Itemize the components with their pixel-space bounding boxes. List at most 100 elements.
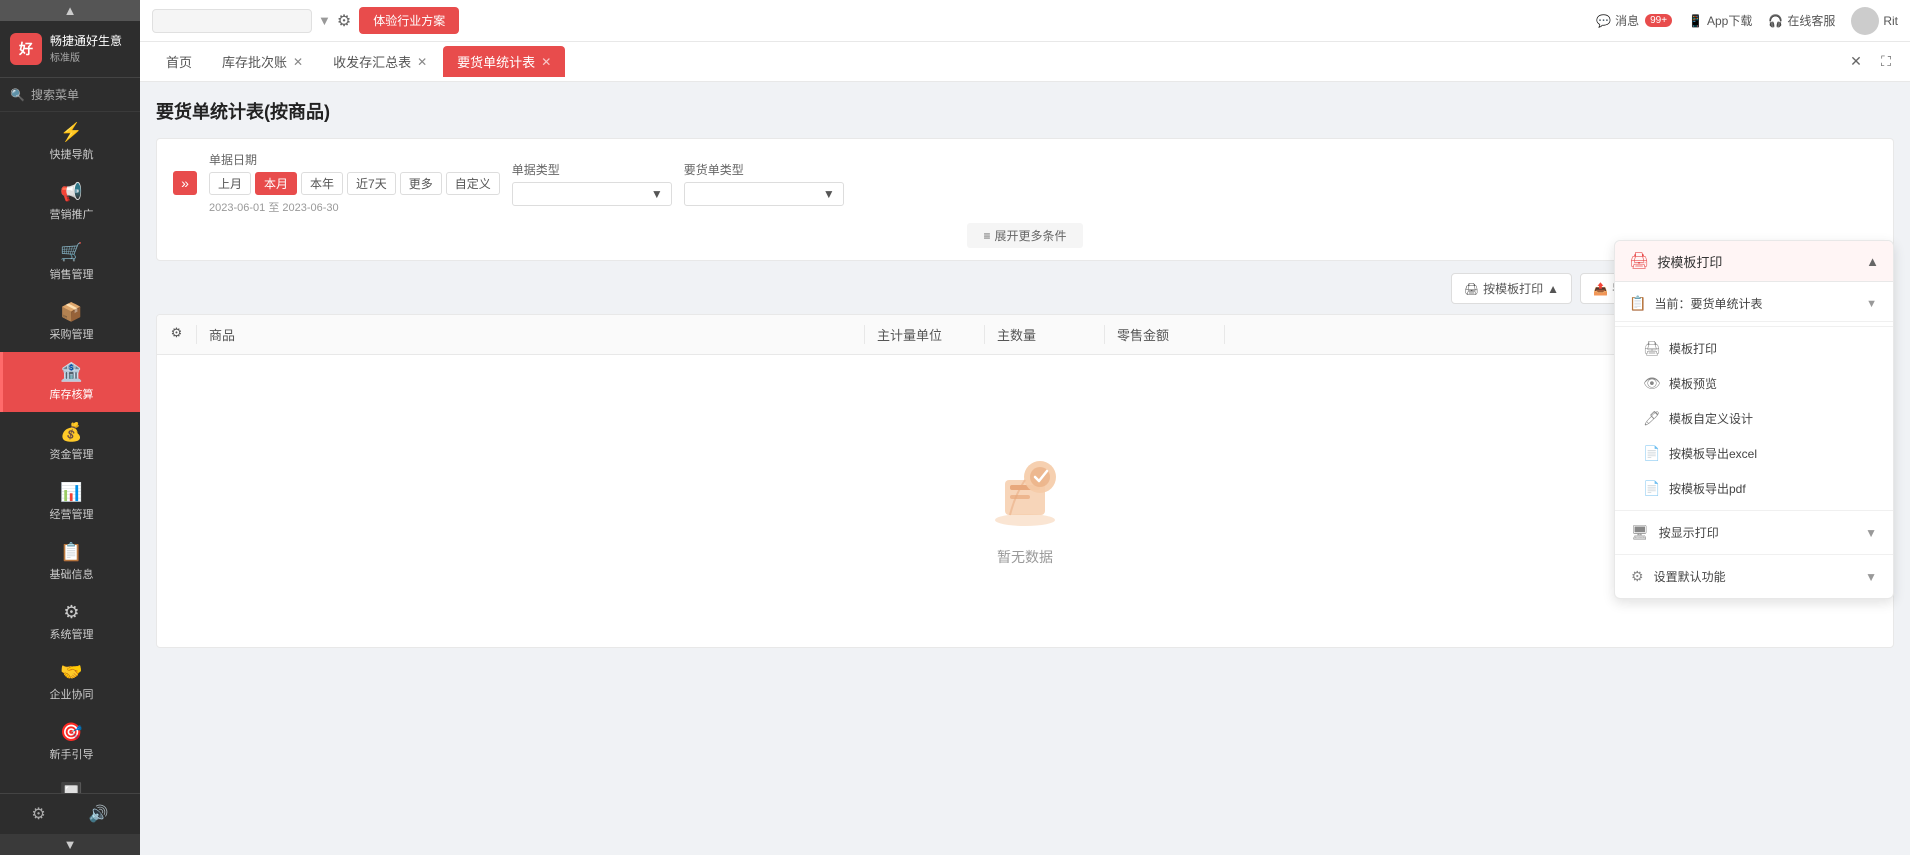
settings-icon[interactable]: ⚙ <box>31 804 45 824</box>
nav-dropdown-arrow[interactable]: ▼ <box>318 13 331 28</box>
sidebar-item-purchase[interactable]: 📦 采购管理 <box>0 292 140 352</box>
sidebar-scroll-up[interactable]: ▲ <box>0 0 140 21</box>
date-btn-last-7days[interactable]: 近7天 <box>347 172 396 195</box>
sound-icon[interactable]: 🔊 <box>89 804 109 824</box>
sidebar-item-system[interactable]: ⚙ 系统管理 <box>0 592 140 652</box>
display-print-item[interactable]: 🖥 按显示打印 ▼ <box>1615 515 1893 550</box>
tab-close-order-stats[interactable]: ✕ <box>541 55 551 69</box>
sidebar-item-inventory[interactable]: 🏦 库存核算 <box>0 352 140 412</box>
close-tab-btn[interactable]: ✕ <box>1844 50 1868 74</box>
dropdown-item-template-export-excel[interactable]: 📄 按模板导出excel <box>1615 436 1893 471</box>
default-func-label: 设置默认功能 <box>1654 568 1726 585</box>
topbar-settings-icon[interactable]: ⚙ <box>337 11 351 31</box>
date-btn-current-month[interactable]: 本月 <box>255 172 297 195</box>
maximize-btn[interactable]: ⛶ <box>1874 50 1898 74</box>
display-print-arrow: ▼ <box>1865 526 1877 540</box>
col-unit: 主计量单位 <box>865 325 985 344</box>
item-icon-template-design: 🖊 <box>1643 410 1659 427</box>
sidebar-item-finance[interactable]: 💰 资金管理 <box>0 412 140 472</box>
print-icon: 🖨 <box>1464 282 1479 296</box>
topbar: ▼ ⚙ 体验行业方案 💬 消息 99+ 📱 App下载 🎧 在线客服 Rit <box>140 0 1910 42</box>
online-service-label: 在线客服 <box>1787 12 1835 29</box>
print-dropdown-panel: 🖨 按模板打印 ▲ 📋 当前：要货单统计表 ▼ 🖨 模板打印 👁 模板预览 🖊 <box>1614 240 1894 599</box>
dropdown-item-template-print[interactable]: 🖨 模板打印 <box>1615 331 1893 366</box>
search-icon: 🔍 <box>10 88 25 102</box>
date-btn-current-year[interactable]: 本年 <box>301 172 343 195</box>
item-icon-template-preview: 👁 <box>1643 375 1659 392</box>
messages-btn[interactable]: 💬 消息 99+ <box>1596 12 1672 29</box>
nav-label-inventory: 库存核算 <box>50 386 94 402</box>
col-retail: 零售金额 <box>1105 325 1225 344</box>
sidebar-item-basic-info[interactable]: 📋 基础信息 <box>0 532 140 592</box>
dropdown-item-template-preview[interactable]: 👁 模板预览 <box>1615 366 1893 401</box>
filter-expand-btn[interactable]: » <box>173 171 197 195</box>
doc-type-dropdown-icon: ▼ <box>651 187 663 201</box>
sidebar-item-marketing[interactable]: 📢 营销推广 <box>0 172 140 232</box>
default-func-arrow: ▼ <box>1865 570 1877 584</box>
app-download-btn[interactable]: 📱 App下载 <box>1688 12 1752 29</box>
nav-label-finance: 资金管理 <box>50 446 94 462</box>
date-btn-more[interactable]: 更多 <box>400 172 442 195</box>
sidebar-bottom: ⚙ 🔊 <box>0 793 140 834</box>
online-service-btn[interactable]: 🎧 在线客服 <box>1768 12 1835 29</box>
filter-expand-more-btn[interactable]: ≡ 展开更多条件 <box>967 223 1082 248</box>
dropdown-current-template[interactable]: 📋 当前：要货单统计表 ▼ <box>1615 286 1893 322</box>
item-label-template-export-excel: 按模板导出excel <box>1669 445 1877 462</box>
dropdown-item-template-design[interactable]: 🖊 模板自定义设计 <box>1615 401 1893 436</box>
tab-inventory-batch[interactable]: 库存批次账 ✕ <box>208 46 317 77</box>
nav-label-marketing: 营销推广 <box>50 206 94 222</box>
nav-icon-operations: 📊 <box>60 482 82 503</box>
nav-label-quick-nav: 快捷导航 <box>50 146 94 162</box>
expand-more-icon: ≡ <box>983 229 990 243</box>
display-print-icon: 🖥 <box>1631 524 1649 541</box>
nav-label-purchase: 采购管理 <box>50 326 94 342</box>
sidebar-item-quick-nav[interactable]: ⚡ 快捷导航 <box>0 112 140 172</box>
print-label: 按模板打印 <box>1483 280 1543 297</box>
default-func-item[interactable]: ⚙ 设置默认功能 ▼ <box>1615 559 1893 594</box>
nav-label-collab: 企业协同 <box>50 686 94 702</box>
filter-doc-type-select[interactable]: ▼ <box>512 182 672 206</box>
nav-icon-purchase: 📦 <box>60 302 82 323</box>
tab-order-stats[interactable]: 要货单统计表✕ <box>443 46 565 77</box>
dropdown-print-icon: 🖨 <box>1629 251 1649 271</box>
dropdown-current-section: 📋 当前：要货单统计表 ▼ <box>1615 282 1893 327</box>
filter-date-group: 单据日期 上月本月本年近7天更多自定义 2023-06-01 至 2023-06… <box>209 151 500 215</box>
sidebar-item-sales[interactable]: 🛒 销售管理 <box>0 232 140 292</box>
chevron-up-icon: ▲ <box>64 3 77 18</box>
nav-icon-marketing: 📢 <box>60 182 82 203</box>
trial-btn[interactable]: 体验行业方案 <box>359 7 459 34</box>
tab-receipt-summary[interactable]: 收发存汇总表✕ <box>319 46 441 77</box>
template-icon: 📋 <box>1629 295 1646 312</box>
dropdown-default-section: ⚙ 设置默认功能 ▼ <box>1615 555 1893 598</box>
tab-close-receipt-summary[interactable]: ✕ <box>417 55 427 69</box>
tab-home[interactable]: 首页 <box>152 46 206 77</box>
message-icon: 💬 <box>1596 14 1611 28</box>
sidebar-search[interactable]: 🔍 搜索菜单 <box>0 78 140 112</box>
tab-close-inventory-batch[interactable]: ✕ <box>293 55 303 69</box>
tab-label-home: 首页 <box>166 52 192 71</box>
nav-icon-quick-nav: ⚡ <box>60 122 82 143</box>
dropdown-header[interactable]: 🖨 按模板打印 ▲ <box>1615 241 1893 282</box>
filter-order-type-select[interactable]: ▼ <box>684 182 844 206</box>
date-btn-custom[interactable]: 自定义 <box>446 172 500 195</box>
dropdown-collapse-icon[interactable]: ▲ <box>1866 254 1879 269</box>
sidebar-item-operations[interactable]: 📊 经营管理 <box>0 472 140 532</box>
item-label-template-preview: 模板预览 <box>1669 375 1877 392</box>
sidebar-scroll-down[interactable]: ▼ <box>0 834 140 855</box>
filter-order-type-label: 要货单类型 <box>684 161 844 178</box>
dropdown-item-template-export-pdf[interactable]: 📄 按模板导出pdf <box>1615 471 1893 506</box>
nav-label-basic-info: 基础信息 <box>50 566 94 582</box>
content-area: 要货单统计表(按商品) » 单据日期 上月本月本年近7天更多自定义 2023-0… <box>140 82 1910 855</box>
print-btn[interactable]: 🖨 按模板打印 ▲ <box>1451 273 1572 304</box>
sidebar-item-app-center[interactable]: 🔲 应用中心 <box>0 772 140 793</box>
tab-label-inventory-batch: 库存批次账 <box>222 52 287 71</box>
sidebar-item-guide[interactable]: 🎯 新手引导 <box>0 712 140 772</box>
col-settings[interactable]: ⚙ <box>157 325 197 344</box>
messages-badge: 99+ <box>1645 14 1672 27</box>
nav-label-operations: 经营管理 <box>50 506 94 522</box>
user-avatar-btn[interactable]: Rit <box>1851 7 1898 35</box>
date-btn-prev-month[interactable]: 上月 <box>209 172 251 195</box>
sidebar-item-collab[interactable]: 🤝 企业协同 <box>0 652 140 712</box>
nav-search-input[interactable] <box>152 9 312 33</box>
order-type-dropdown-icon: ▼ <box>823 187 835 201</box>
